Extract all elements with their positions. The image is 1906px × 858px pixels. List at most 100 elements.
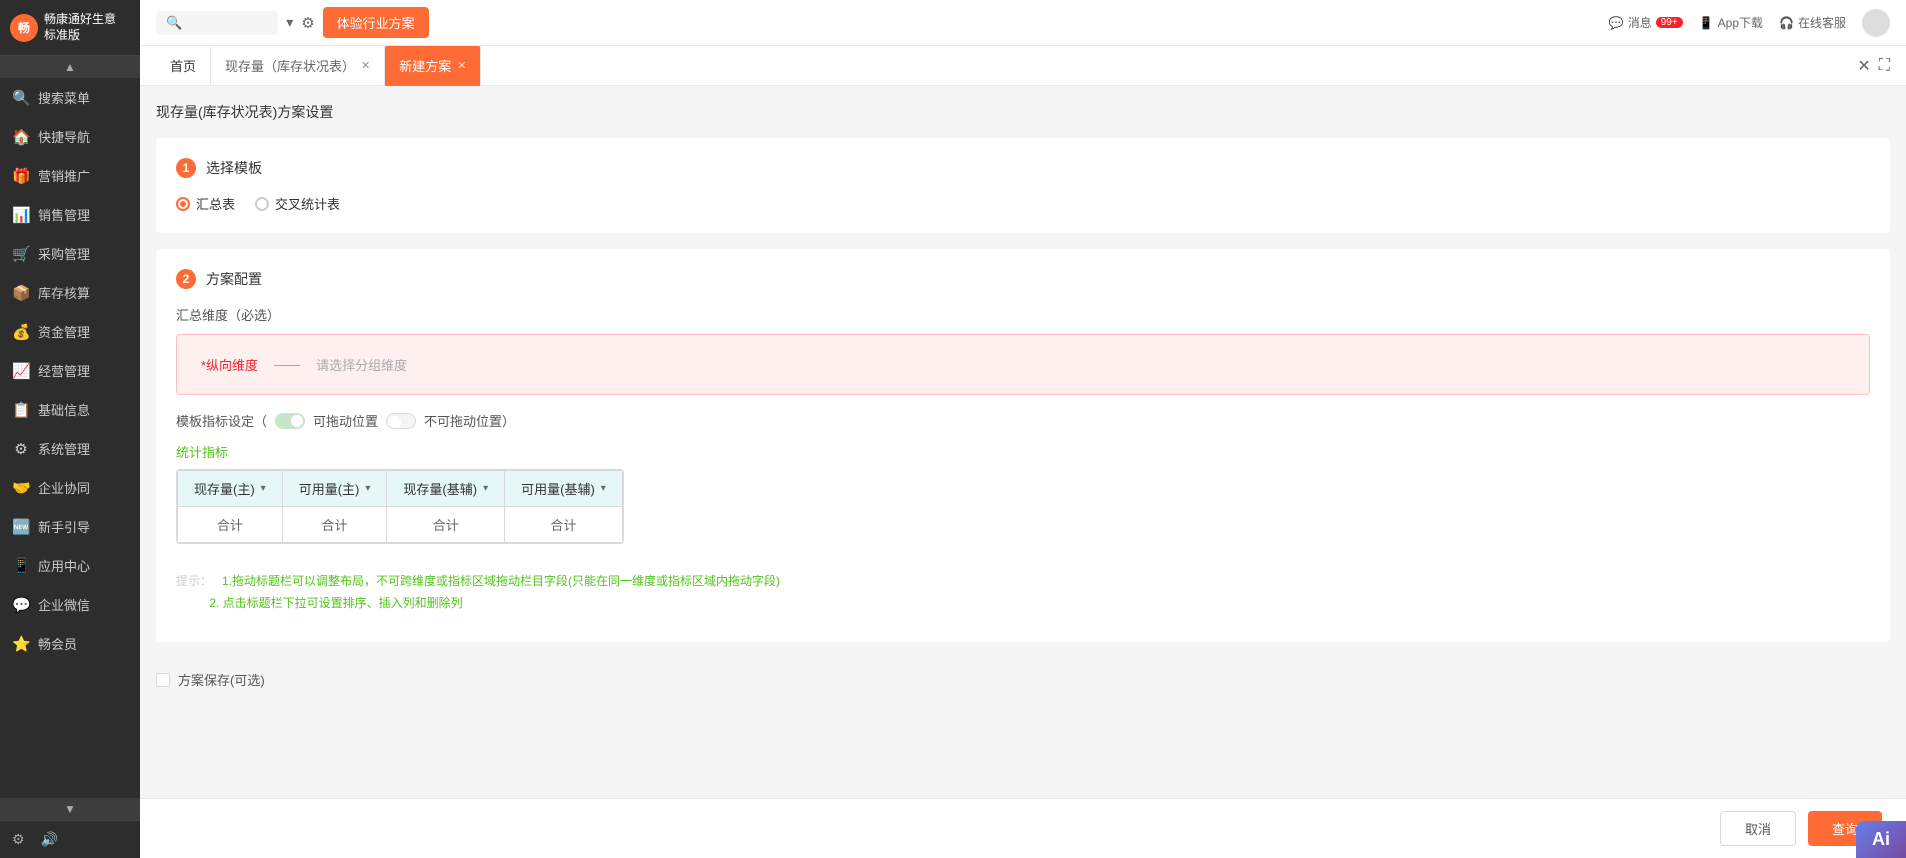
radio-cross-label: 交叉统计表 [275, 194, 340, 213]
sidebar-item-system[interactable]: ⚙ 系统管理 [0, 429, 140, 468]
table-col-header[interactable]: 可用量(基辅)▾ [505, 471, 623, 507]
tab-expand-btn[interactable]: ⛶ [1879, 57, 1890, 75]
inventory-icon: 📦 [12, 284, 30, 302]
app-center-icon: 📱 [12, 557, 30, 575]
sidebar-label-inventory: 库存核算 [38, 283, 90, 302]
sidebar-label-finance: 资金管理 [38, 322, 90, 341]
sidebar-item-new-guide[interactable]: 🆕新手引导 [0, 507, 140, 546]
sidebar-label-cooperation: 企业协同 [38, 478, 90, 497]
table-col-header[interactable]: 可用量(主)▾ [282, 471, 387, 507]
logo-icon: 畅 [10, 14, 38, 42]
sidebar-item-marketing[interactable]: 🎁营销推广 [0, 156, 140, 195]
topbar-gear-icon[interactable]: ⚙ [301, 14, 314, 32]
user-avatar[interactable] [1862, 9, 1890, 37]
download-icon: 📱 [1699, 16, 1714, 30]
radio-cross-dot [255, 197, 269, 211]
sidebar-label-purchase: 采购管理 [38, 244, 90, 263]
sidebar-label-vip: 畅会员 [38, 634, 77, 653]
sidebar-label-system: 系统管理 [38, 439, 90, 458]
table-cell: 合计 [387, 507, 505, 543]
system-icon: ⚙ [12, 440, 30, 458]
table-cell: 合计 [505, 507, 623, 543]
finance-icon: 💰 [12, 323, 30, 341]
sidebar-item-app-center[interactable]: 📱 应用中心 [0, 546, 140, 585]
marketing-icon: 🎁 [12, 167, 30, 185]
sidebar-item-search[interactable]: 🔍搜索菜单 [0, 78, 140, 117]
search-input[interactable] [188, 16, 268, 30]
radio-summary[interactable]: 汇总表 [176, 194, 235, 213]
tabs-bar: 首页 现存量（库存状况表） ✕ 新建方案 ✕ ✕ ⛶ [140, 46, 1906, 86]
operations-icon: 📈 [12, 362, 30, 380]
dim-row: *纵向维度 —— 请选择分组维度 [201, 355, 1845, 374]
dim-required-area: *纵向维度 —— 请选择分组维度 [176, 334, 1870, 395]
sidebar-item-quick-nav[interactable]: 🏠快捷导航 [0, 117, 140, 156]
sidebar-item-cooperation[interactable]: 🤝企业协同 [0, 468, 140, 507]
sidebar-scroll-down[interactable]: ▼ [0, 798, 140, 820]
col-chevron: ▾ [261, 483, 266, 494]
sidebar-label-search: 搜索菜单 [38, 88, 90, 107]
tab-inventory-status[interactable]: 现存量（库存状况表） ✕ [211, 46, 385, 86]
sidebar-item-operations[interactable]: 📈 经营管理 [0, 351, 140, 390]
save-scheme-label: 方案保存(可选) [178, 670, 265, 689]
volume-icon[interactable]: 🔊 [41, 831, 58, 848]
tip-label: 提示： 1.拖动标题栏可以调整布局，不可跨维度或指标区域拖动栏目字段(只能在同一… [176, 571, 1870, 593]
step1-label: 选择模板 [206, 158, 262, 178]
col-chevron: ▾ [601, 483, 606, 494]
radio-summary-dot [176, 197, 190, 211]
dim-dash: —— [274, 357, 300, 372]
sidebar: 畅 畅康通好生意 标准版 ▲ 🔍搜索菜单🏠快捷导航🎁营销推广📊销售管理 🛒 采购管理… [0, 0, 140, 858]
save-scheme-checkbox[interactable] [156, 673, 170, 687]
radio-summary-label: 汇总表 [196, 194, 235, 213]
sales-icon: 📊 [12, 206, 30, 224]
sidebar-item-sales[interactable]: 📊销售管理 [0, 195, 140, 234]
col-chevron: ▾ [483, 483, 488, 494]
topbar-search-box: 🔍 [156, 11, 278, 35]
non-draggable-indicator [386, 413, 416, 429]
sidebar-label-app-center: 应用中心 [38, 556, 90, 575]
table-col-header[interactable]: 现存量(基辅)▾ [387, 471, 505, 507]
stats-section: 统计指标 现存量(主)▾可用量(主)▾现存量(基辅)▾可用量(基辅)▾ 合计合计… [176, 442, 1870, 547]
new-guide-icon: 🆕 [12, 518, 30, 536]
tab-new-scheme-close[interactable]: ✕ [457, 59, 466, 72]
step1-badge: 1 [176, 158, 196, 178]
sidebar-label-quick-nav: 快捷导航 [38, 127, 90, 146]
footer-bar: 取消 查询 [140, 798, 1906, 858]
topbar-dropdown-btn[interactable]: ▾ [286, 14, 293, 31]
tab-inventory-close[interactable]: ✕ [361, 59, 370, 72]
sidebar-item-vip[interactable]: ⭐畅会员 [0, 624, 140, 663]
online-service-btn[interactable]: 🎧 在线客服 [1779, 14, 1846, 31]
sidebar-item-basic-info[interactable]: 📋基础信息 [0, 390, 140, 429]
sidebar-label-operations: 经营管理 [38, 361, 90, 380]
sidebar-item-purchase[interactable]: 🛒 采购管理 [0, 234, 140, 273]
app-logo: 畅 畅康通好生意 标准版 [0, 0, 140, 56]
headset-icon: 🎧 [1779, 16, 1794, 30]
message-btn[interactable]: 💬 消息 99+ [1609, 14, 1683, 31]
tab-new-scheme[interactable]: 新建方案 ✕ [385, 46, 481, 86]
sidebar-item-inventory[interactable]: 📦 库存核算 [0, 273, 140, 312]
tip-section: 提示： 1.拖动标题栏可以调整布局，不可跨维度或指标区域拖动栏目字段(只能在同一… [176, 563, 1870, 622]
ai-badge[interactable]: Ai [1856, 821, 1906, 858]
sidebar-scroll-up[interactable]: ▲ [0, 56, 140, 78]
tab-close-btn[interactable]: ✕ [1857, 56, 1870, 76]
indicator-settings-label: 模板指标设定（ 可拖动位置 不可拖动位置） [176, 411, 1870, 430]
sidebar-item-wechat[interactable]: 💬企业微信 [0, 585, 140, 624]
topbar-left: 🔍 ▾ ⚙ 体验行业方案 [156, 7, 1597, 38]
message-badge: 99+ [1656, 17, 1683, 28]
settings-icon[interactable]: ⚙ [12, 831, 25, 848]
table-cell: 合计 [178, 507, 283, 543]
trial-btn[interactable]: 体验行业方案 [323, 7, 429, 38]
table-col-header[interactable]: 现存量(主)▾ [178, 471, 283, 507]
dim-placeholder-text[interactable]: 请选择分组维度 [316, 355, 407, 374]
sidebar-item-finance[interactable]: 💰 资金管理 [0, 312, 140, 351]
search-icon: 🔍 [166, 15, 182, 31]
purchase-icon: 🛒 [12, 245, 30, 263]
cancel-btn[interactable]: 取消 [1720, 811, 1796, 846]
step2-header: 2 方案配置 [176, 269, 1870, 289]
radio-cross[interactable]: 交叉统计表 [255, 194, 340, 213]
app-download-btn[interactable]: 📱 App下载 [1699, 14, 1763, 31]
tab-home-label: 首页 [170, 56, 196, 75]
step1-section: 1 选择模板 汇总表 交叉统计表 [156, 138, 1890, 233]
draggable-toggle[interactable] [275, 413, 305, 429]
stats-title: 统计指标 [176, 442, 1870, 461]
tab-home[interactable]: 首页 [156, 46, 211, 86]
